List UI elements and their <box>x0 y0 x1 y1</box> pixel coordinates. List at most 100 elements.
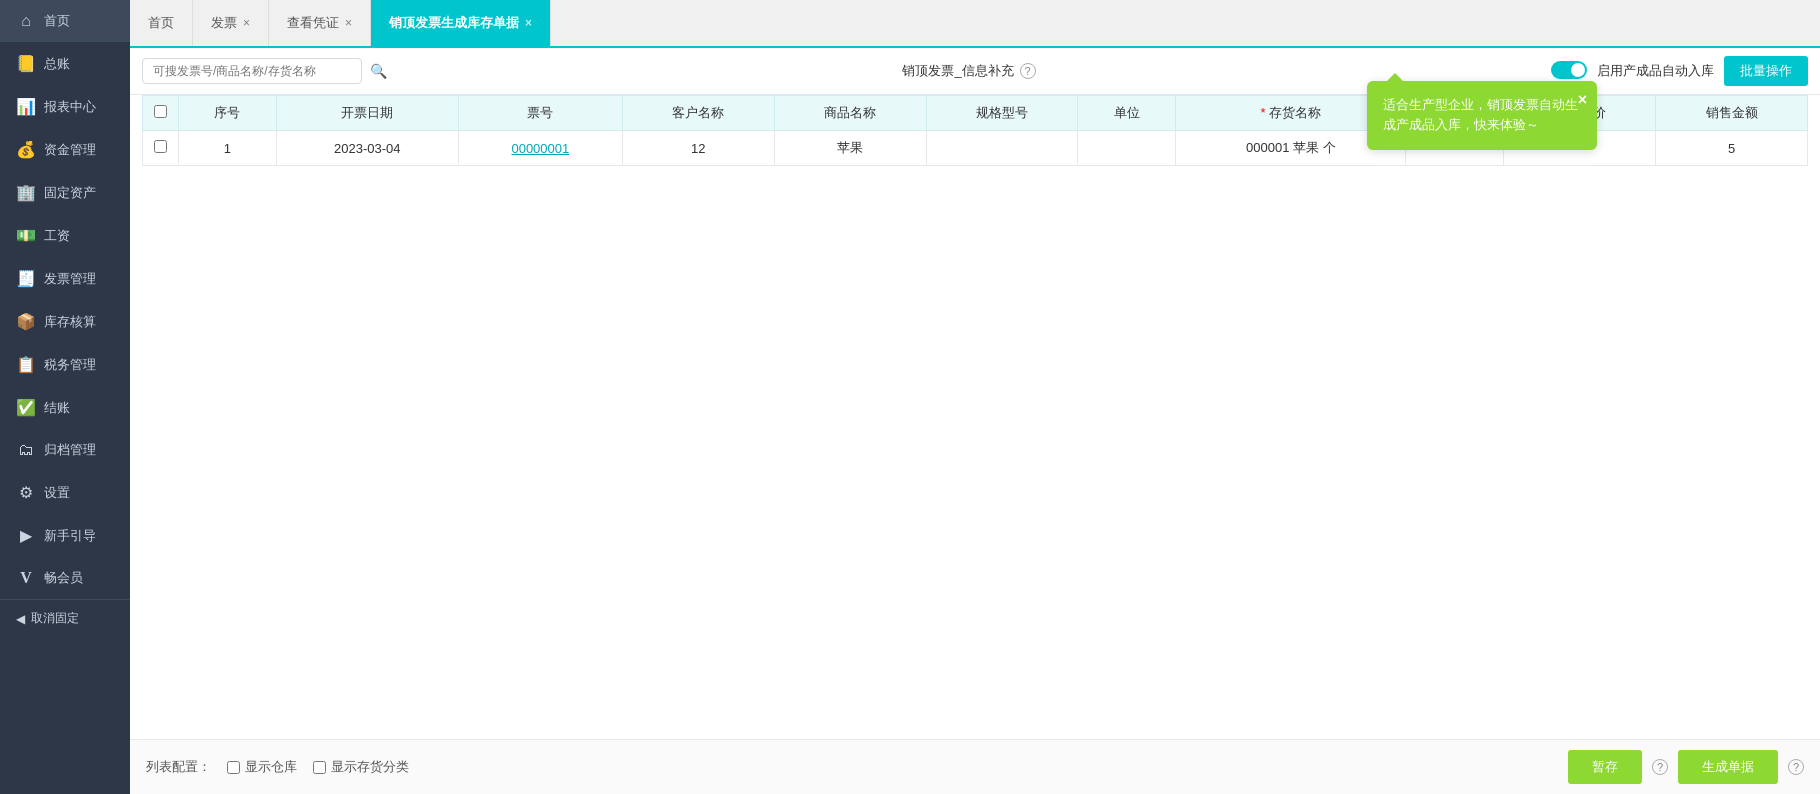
unfix-icon: ◀ <box>16 612 25 626</box>
row-customer: 12 <box>622 131 774 166</box>
sidebar-item-settings[interactable]: ⚙ 设置 <box>0 471 130 514</box>
reports-icon: 📊 <box>16 97 36 116</box>
sidebar-item-reports[interactable]: 📊 报表中心 <box>0 85 130 128</box>
sidebar-item-label: 归档管理 <box>44 441 96 459</box>
sidebar-item-inventory[interactable]: 📦 库存核算 <box>0 300 130 343</box>
row-checkbox[interactable] <box>154 140 167 153</box>
row-invoice-no[interactable]: 00000001 <box>458 131 622 166</box>
generate-button[interactable]: 生成单据 <box>1678 750 1778 784</box>
sidebar-item-label: 库存核算 <box>44 313 96 331</box>
sidebar-item-label: 税务管理 <box>44 356 96 374</box>
bottom-left: 列表配置： 显示仓库 显示存货分类 <box>146 758 409 776</box>
ledger-icon: 📒 <box>16 54 36 73</box>
show-warehouse-text: 显示仓库 <box>245 758 297 776</box>
search-input[interactable] <box>142 58 362 84</box>
show-category-checkbox[interactable] <box>313 761 326 774</box>
guide-icon: ▶ <box>16 526 36 545</box>
toolbar-right: × 适合生产型企业，销顶发票自动生成产成品入库，快来体验～ 启用产成品自动入库 … <box>1551 56 1808 86</box>
unfix-label: 取消固定 <box>31 610 79 627</box>
sidebar-item-archive[interactable]: 🗂 归档管理 <box>0 429 130 471</box>
config-label: 列表配置： <box>146 758 211 776</box>
tab-sales-inventory-close[interactable]: × <box>525 16 532 30</box>
payroll-icon: 💵 <box>16 226 36 245</box>
show-category-label[interactable]: 显示存货分类 <box>313 758 409 776</box>
sidebar-item-vip[interactable]: V 畅会员 <box>0 557 130 599</box>
header-spec: 规格型号 <box>926 96 1078 131</box>
row-amount: 5 <box>1656 131 1808 166</box>
sidebar-item-label: 固定资产 <box>44 184 96 202</box>
archive-icon: 🗂 <box>16 441 36 459</box>
tax-icon: 📋 <box>16 355 36 374</box>
tab-invoice-label: 发票 <box>211 14 237 32</box>
header-unit: 单位 <box>1078 96 1176 131</box>
header-inventory-label: 存货名称 <box>1269 105 1321 120</box>
save-button[interactable]: 暂存 <box>1568 750 1642 784</box>
toolbar: 🔍 销顶发票_信息补充 ? × 适合生产型企业，销顶发票自动生成产成品入库，快来… <box>130 48 1820 95</box>
sidebar-item-label: 报表中心 <box>44 98 96 116</box>
tooltip-text: 适合生产型企业，销顶发票自动生成产成品入库，快来体验～ <box>1383 97 1578 133</box>
search-icon: 🔍 <box>370 63 387 79</box>
row-unit <box>1078 131 1176 166</box>
sidebar-item-tax[interactable]: 📋 税务管理 <box>0 343 130 386</box>
toggle-track <box>1551 61 1587 79</box>
toggle-thumb <box>1571 63 1585 77</box>
inventory-icon: 📦 <box>16 312 36 331</box>
sidebar-item-label: 新手引导 <box>44 527 96 545</box>
header-amount: 销售金额 <box>1656 96 1808 131</box>
sidebar-item-assets[interactable]: 🏢 固定资产 <box>0 171 130 214</box>
save-info-icon[interactable]: ? <box>1652 759 1668 775</box>
header-date: 开票日期 <box>276 96 458 131</box>
toggle-label: 启用产成品自动入库 <box>1597 62 1714 80</box>
header-invoice-no: 票号 <box>458 96 622 131</box>
show-warehouse-label[interactable]: 显示仓库 <box>227 758 297 776</box>
assets-icon: 🏢 <box>16 183 36 202</box>
tab-sales-inventory[interactable]: 销顶发票生成库存单据 × <box>371 0 551 46</box>
toolbar-center: 销顶发票_信息补充 ? <box>902 62 1035 80</box>
sidebar-item-label: 畅会员 <box>44 569 83 587</box>
settings-icon: ⚙ <box>16 483 36 502</box>
sidebar-item-ledger[interactable]: 📒 总账 <box>0 42 130 85</box>
sidebar-item-label: 总账 <box>44 55 70 73</box>
sidebar-item-payroll[interactable]: 💵 工资 <box>0 214 130 257</box>
main-area: 首页 发票 × 查看凭证 × 销顶发票生成库存单据 × 🔍 销顶发票_信息补充 … <box>130 0 1820 794</box>
closing-icon: ✅ <box>16 398 36 417</box>
home-icon: ⌂ <box>16 12 36 30</box>
tab-bar: 首页 发票 × 查看凭证 × 销顶发票生成库存单据 × <box>130 0 1820 48</box>
tooltip-close-button[interactable]: × <box>1578 87 1587 113</box>
header-product: 商品名称 <box>774 96 926 131</box>
tab-home[interactable]: 首页 <box>130 0 193 46</box>
sidebar-item-invoice-mgmt[interactable]: 🧾 发票管理 <box>0 257 130 300</box>
select-all-checkbox[interactable] <box>154 105 167 118</box>
row-date: 2023-03-04 <box>276 131 458 166</box>
sidebar-item-label: 发票管理 <box>44 270 96 288</box>
table-wrap: 序号 开票日期 票号 客户名称 商品名称 规格型号 单位 * 存货名称 数量 税… <box>130 95 1820 739</box>
row-checkbox-cell <box>143 131 179 166</box>
bottom-right: 暂存 ? 生成单据 ? <box>1568 750 1804 784</box>
sidebar-item-closing[interactable]: ✅ 结账 <box>0 386 130 429</box>
toggle-container: × 适合生产型企业，销顶发票自动生成产成品入库，快来体验～ <box>1551 61 1587 82</box>
show-warehouse-checkbox[interactable] <box>227 761 240 774</box>
batch-button[interactable]: 批量操作 <box>1724 56 1808 86</box>
row-product: 苹果 <box>774 131 926 166</box>
tab-voucher[interactable]: 查看凭证 × <box>269 0 371 46</box>
sidebar-item-home[interactable]: ⌂ 首页 <box>0 0 130 42</box>
tab-voucher-close[interactable]: × <box>345 16 352 30</box>
generate-info-icon[interactable]: ? <box>1788 759 1804 775</box>
tab-invoice[interactable]: 发票 × <box>193 0 269 46</box>
sidebar-item-label: 结账 <box>44 399 70 417</box>
sidebar-item-guide[interactable]: ▶ 新手引导 <box>0 514 130 557</box>
center-label: 销顶发票_信息补充 <box>902 62 1013 80</box>
sidebar-item-label: 工资 <box>44 227 70 245</box>
row-seq: 1 <box>179 131 277 166</box>
funds-icon: 💰 <box>16 140 36 159</box>
sidebar-unfix[interactable]: ◀ 取消固定 <box>0 599 130 637</box>
tab-invoice-close[interactable]: × <box>243 16 250 30</box>
header-checkbox-cell <box>143 96 179 131</box>
info-icon[interactable]: ? <box>1020 63 1036 79</box>
sidebar-item-funds[interactable]: 💰 资金管理 <box>0 128 130 171</box>
auto-warehouse-toggle[interactable] <box>1551 61 1587 79</box>
row-spec <box>926 131 1078 166</box>
bottom-bar: 列表配置： 显示仓库 显示存货分类 暂存 ? 生成单据 ? <box>130 739 1820 794</box>
page-content: 🔍 销顶发票_信息补充 ? × 适合生产型企业，销顶发票自动生成产成品入库，快来… <box>130 48 1820 794</box>
tab-home-label: 首页 <box>148 14 174 32</box>
